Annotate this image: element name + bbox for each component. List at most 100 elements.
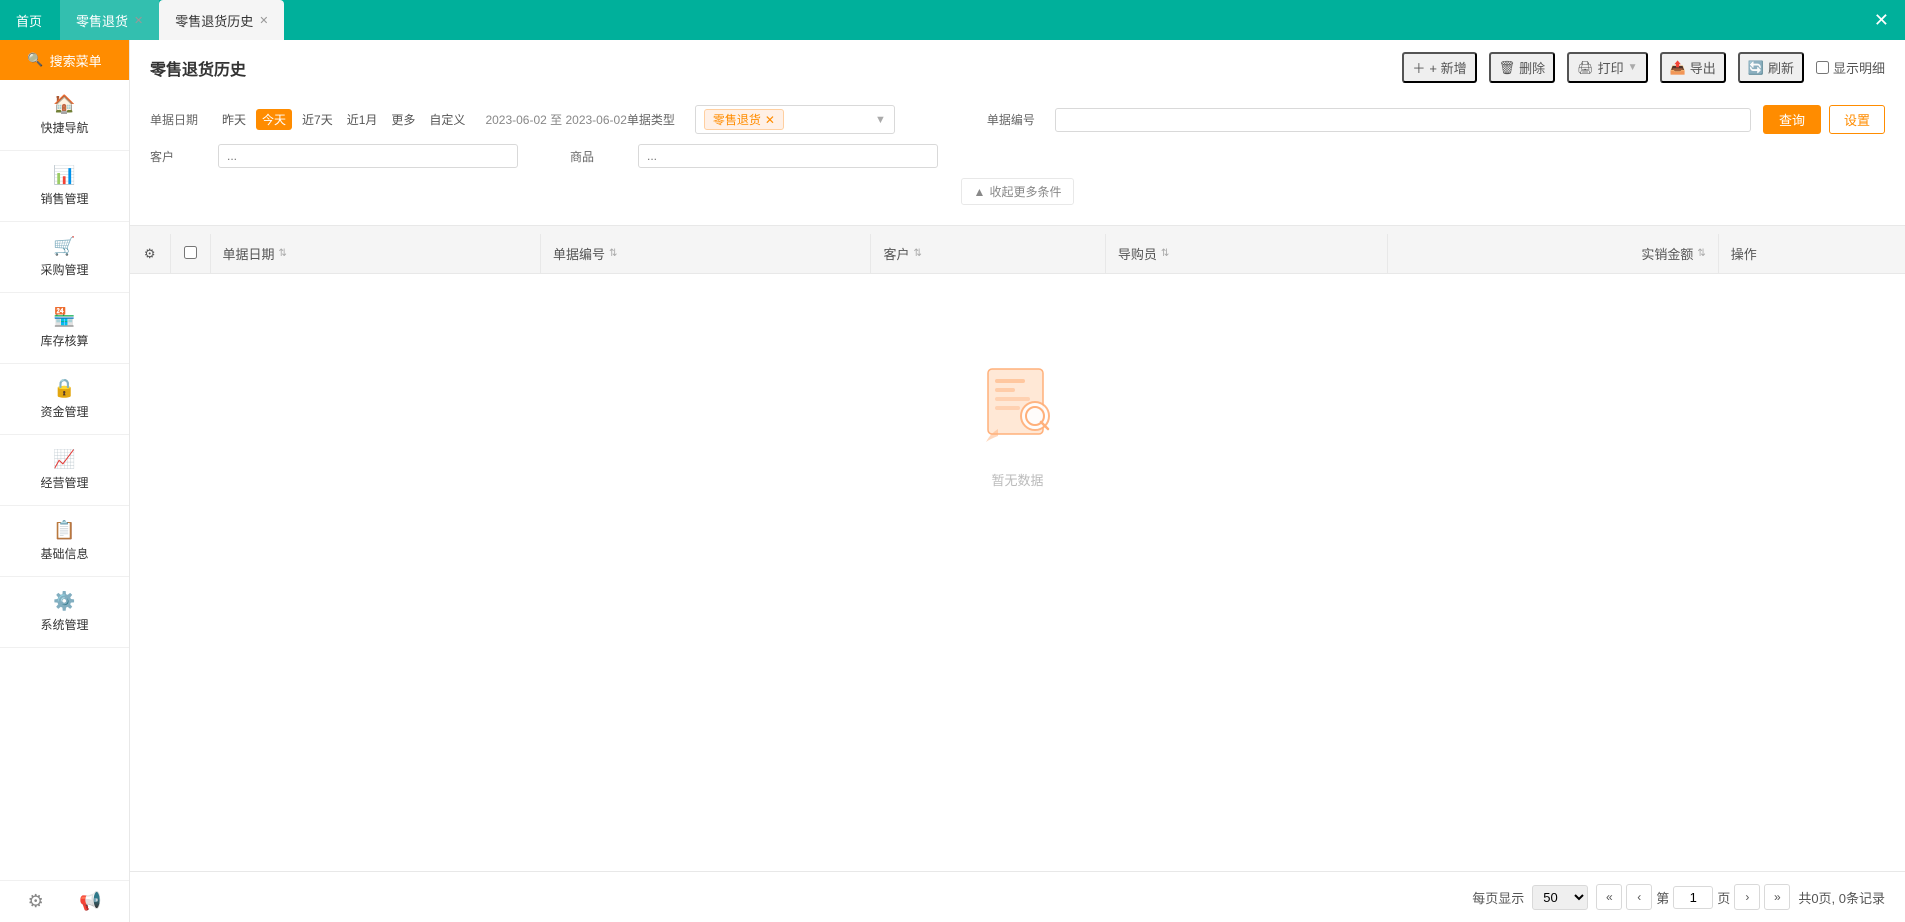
operations-icon: 📈 bbox=[53, 449, 75, 470]
print-button[interactable]: 🖨 打印 ▼ bbox=[1567, 52, 1647, 83]
settings-gear-icon[interactable]: ⚙ bbox=[144, 246, 156, 261]
empty-state-text: 暂无数据 bbox=[991, 470, 1043, 489]
page-label-post: 页 bbox=[1717, 888, 1730, 907]
sidebar-item-basic-info[interactable]: 📋 基础信息 bbox=[0, 506, 129, 577]
display-detail-label: 显示明细 bbox=[1833, 58, 1885, 77]
date-option-1month[interactable]: 近1月 bbox=[343, 109, 382, 130]
sidebar-bottom: ⚙ 📢 bbox=[0, 880, 129, 922]
date-option-7days[interactable]: 近7天 bbox=[298, 109, 337, 130]
delete-label: 删除 bbox=[1519, 58, 1545, 77]
th-guide-label: 导购员 bbox=[1118, 244, 1157, 263]
th-guide-sort-icon: ⇅ bbox=[1161, 248, 1169, 259]
tab-retail-return-close[interactable]: ✕ bbox=[134, 14, 143, 27]
th-doc-number-label: 单据编号 bbox=[553, 244, 605, 263]
pagination: 每页显示 20 50 100 « ‹ 第 页 › » 共0页, 0条记录 bbox=[130, 871, 1905, 922]
date-option-yesterday[interactable]: 昨天 bbox=[218, 109, 250, 130]
audio-icon[interactable]: 📢 bbox=[79, 891, 101, 912]
page-nav: « ‹ 第 页 › » bbox=[1596, 884, 1790, 910]
th-customer-label: 客户 bbox=[883, 244, 909, 263]
th-guide[interactable]: 导购员 ⇅ bbox=[1105, 234, 1387, 274]
filter-area: 单据日期 昨天 今天 近7天 近1月 更多 自定义 2023-06-02 至 2… bbox=[150, 95, 1885, 225]
th-settings[interactable]: ⚙ bbox=[130, 234, 170, 274]
th-guide-sort[interactable]: 导购员 ⇅ bbox=[1118, 244, 1169, 263]
total-info: 共0页, 0条记录 bbox=[1798, 888, 1885, 907]
sidebar-item-system-label: 系统管理 bbox=[40, 616, 88, 633]
filter-row-2: 客户 商品 bbox=[150, 144, 1885, 168]
sidebar-item-sales-mgmt[interactable]: 📊 销售管理 bbox=[0, 151, 129, 222]
sidebar-item-purchase-mgmt-label: 采购管理 bbox=[40, 261, 88, 278]
purchase-mgmt-icon: 🛒 bbox=[53, 236, 75, 257]
th-actual-amount-label: 实销金额 bbox=[1641, 244, 1693, 263]
current-page-input[interactable] bbox=[1673, 886, 1713, 909]
select-all-checkbox[interactable] bbox=[184, 246, 197, 259]
doc-number-input[interactable] bbox=[1055, 108, 1751, 132]
th-doc-date-sort[interactable]: 单据日期 ⇅ bbox=[223, 244, 287, 263]
refresh-button[interactable]: 🔄 刷新 bbox=[1738, 52, 1804, 83]
collapse-button[interactable]: ▲ 收起更多条件 bbox=[961, 178, 1075, 205]
collapse-up-icon: ▲ bbox=[974, 185, 986, 199]
next-page-button[interactable]: › bbox=[1734, 884, 1760, 910]
first-page-button[interactable]: « bbox=[1596, 884, 1622, 910]
customer-input[interactable] bbox=[218, 144, 518, 168]
top-bar-close[interactable]: ✕ bbox=[1874, 10, 1905, 31]
empty-state-cell: 暂无数据 bbox=[130, 274, 1905, 570]
doc-type-dropdown-arrow[interactable]: ▼ bbox=[875, 114, 886, 126]
sidebar-item-operations[interactable]: 📈 经营管理 bbox=[0, 435, 129, 506]
doc-type-filter-group: 单据类型 零售退货 ✕ ▼ bbox=[627, 105, 987, 134]
date-option-today[interactable]: 今天 bbox=[256, 109, 292, 130]
sidebar-item-purchase-mgmt[interactable]: 🛒 采购管理 bbox=[0, 222, 129, 293]
th-doc-date-sort-icon: ⇅ bbox=[279, 248, 287, 259]
last-page-button[interactable]: » bbox=[1764, 884, 1790, 910]
prev-page-button[interactable]: ‹ bbox=[1626, 884, 1652, 910]
sidebar: 🔍 搜索菜单 🏠 快捷导航 📊 销售管理 🛒 采购管理 🏪 库存核算 🔒 资金管… bbox=[0, 40, 130, 922]
page-header-top: 零售退货历史 ＋ + 新增 🗑 删除 🖨 打印 ▼ bbox=[150, 52, 1885, 83]
sidebar-item-finance-label: 资金管理 bbox=[40, 403, 88, 420]
delete-button[interactable]: 🗑 删除 bbox=[1489, 52, 1556, 83]
date-options: 昨天 今天 近7天 近1月 更多 自定义 bbox=[218, 109, 469, 130]
display-detail-wrapper: 显示明细 bbox=[1816, 58, 1885, 77]
content-area: 零售退货历史 ＋ + 新增 🗑 删除 🖨 打印 ▼ bbox=[130, 40, 1905, 922]
sidebar-search-label: 搜索菜单 bbox=[50, 51, 102, 70]
per-page-select[interactable]: 20 50 100 bbox=[1532, 885, 1588, 910]
finance-icon: 🔒 bbox=[53, 378, 75, 399]
th-customer[interactable]: 客户 ⇅ bbox=[871, 234, 1105, 274]
empty-state-icon bbox=[968, 354, 1068, 454]
th-actual-amount-sort[interactable]: 实销金额 ⇅ bbox=[1641, 244, 1705, 263]
tab-home[interactable]: 首页 bbox=[0, 0, 58, 40]
sidebar-item-system[interactable]: ⚙️ 系统管理 bbox=[0, 577, 129, 648]
th-doc-number-sort[interactable]: 单据编号 ⇅ bbox=[553, 244, 617, 263]
date-option-more[interactable]: 更多 bbox=[387, 109, 419, 130]
delete-icon: 🗑 bbox=[1499, 60, 1516, 76]
sidebar-search[interactable]: 🔍 搜索菜单 bbox=[0, 40, 129, 80]
export-button[interactable]: 📤 导出 bbox=[1660, 52, 1726, 83]
add-button[interactable]: ＋ + 新增 bbox=[1402, 52, 1476, 83]
top-bar: 首页 零售退货 ✕ 零售退货历史 ✕ ✕ bbox=[0, 0, 1905, 40]
doc-type-tag-remove[interactable]: ✕ bbox=[765, 113, 775, 127]
sidebar-item-basic-info-label: 基础信息 bbox=[40, 545, 88, 562]
date-filter-label: 单据日期 bbox=[150, 111, 210, 128]
th-customer-sort[interactable]: 客户 ⇅ bbox=[883, 244, 921, 263]
th-checkbox[interactable] bbox=[170, 234, 210, 274]
goods-input[interactable] bbox=[638, 144, 938, 168]
date-option-custom[interactable]: 自定义 bbox=[425, 109, 469, 130]
sidebar-item-inventory[interactable]: 🏪 库存核算 bbox=[0, 293, 129, 364]
page-title: 零售退货历史 bbox=[150, 56, 246, 80]
system-icon: ⚙️ bbox=[53, 591, 75, 612]
customer-filter-group: 客户 bbox=[150, 144, 570, 168]
display-detail-checkbox[interactable] bbox=[1816, 61, 1829, 74]
th-doc-number[interactable]: 单据编号 ⇅ bbox=[540, 234, 870, 274]
add-icon: ＋ bbox=[1412, 58, 1425, 77]
th-doc-date[interactable]: 单据日期 ⇅ bbox=[210, 234, 540, 274]
inventory-icon: 🏪 bbox=[53, 307, 75, 328]
th-actual-amount[interactable]: 实销金额 ⇅ bbox=[1388, 234, 1718, 274]
tab-retail-return[interactable]: 零售退货 ✕ bbox=[60, 0, 159, 40]
doc-type-select-wrapper[interactable]: 零售退货 ✕ ▼ bbox=[695, 105, 895, 134]
tab-retail-return-history-close[interactable]: ✕ bbox=[259, 14, 268, 27]
tab-retail-return-history[interactable]: 零售退货历史 ✕ bbox=[159, 0, 284, 40]
settings-button[interactable]: 设置 bbox=[1829, 105, 1885, 134]
sidebar-item-quick-nav[interactable]: 🏠 快捷导航 bbox=[0, 80, 129, 151]
query-button[interactable]: 查询 bbox=[1763, 105, 1821, 134]
sidebar-item-finance[interactable]: 🔒 资金管理 bbox=[0, 364, 129, 435]
th-customer-sort-icon: ⇅ bbox=[913, 248, 921, 259]
settings-bottom-icon[interactable]: ⚙ bbox=[28, 891, 44, 912]
